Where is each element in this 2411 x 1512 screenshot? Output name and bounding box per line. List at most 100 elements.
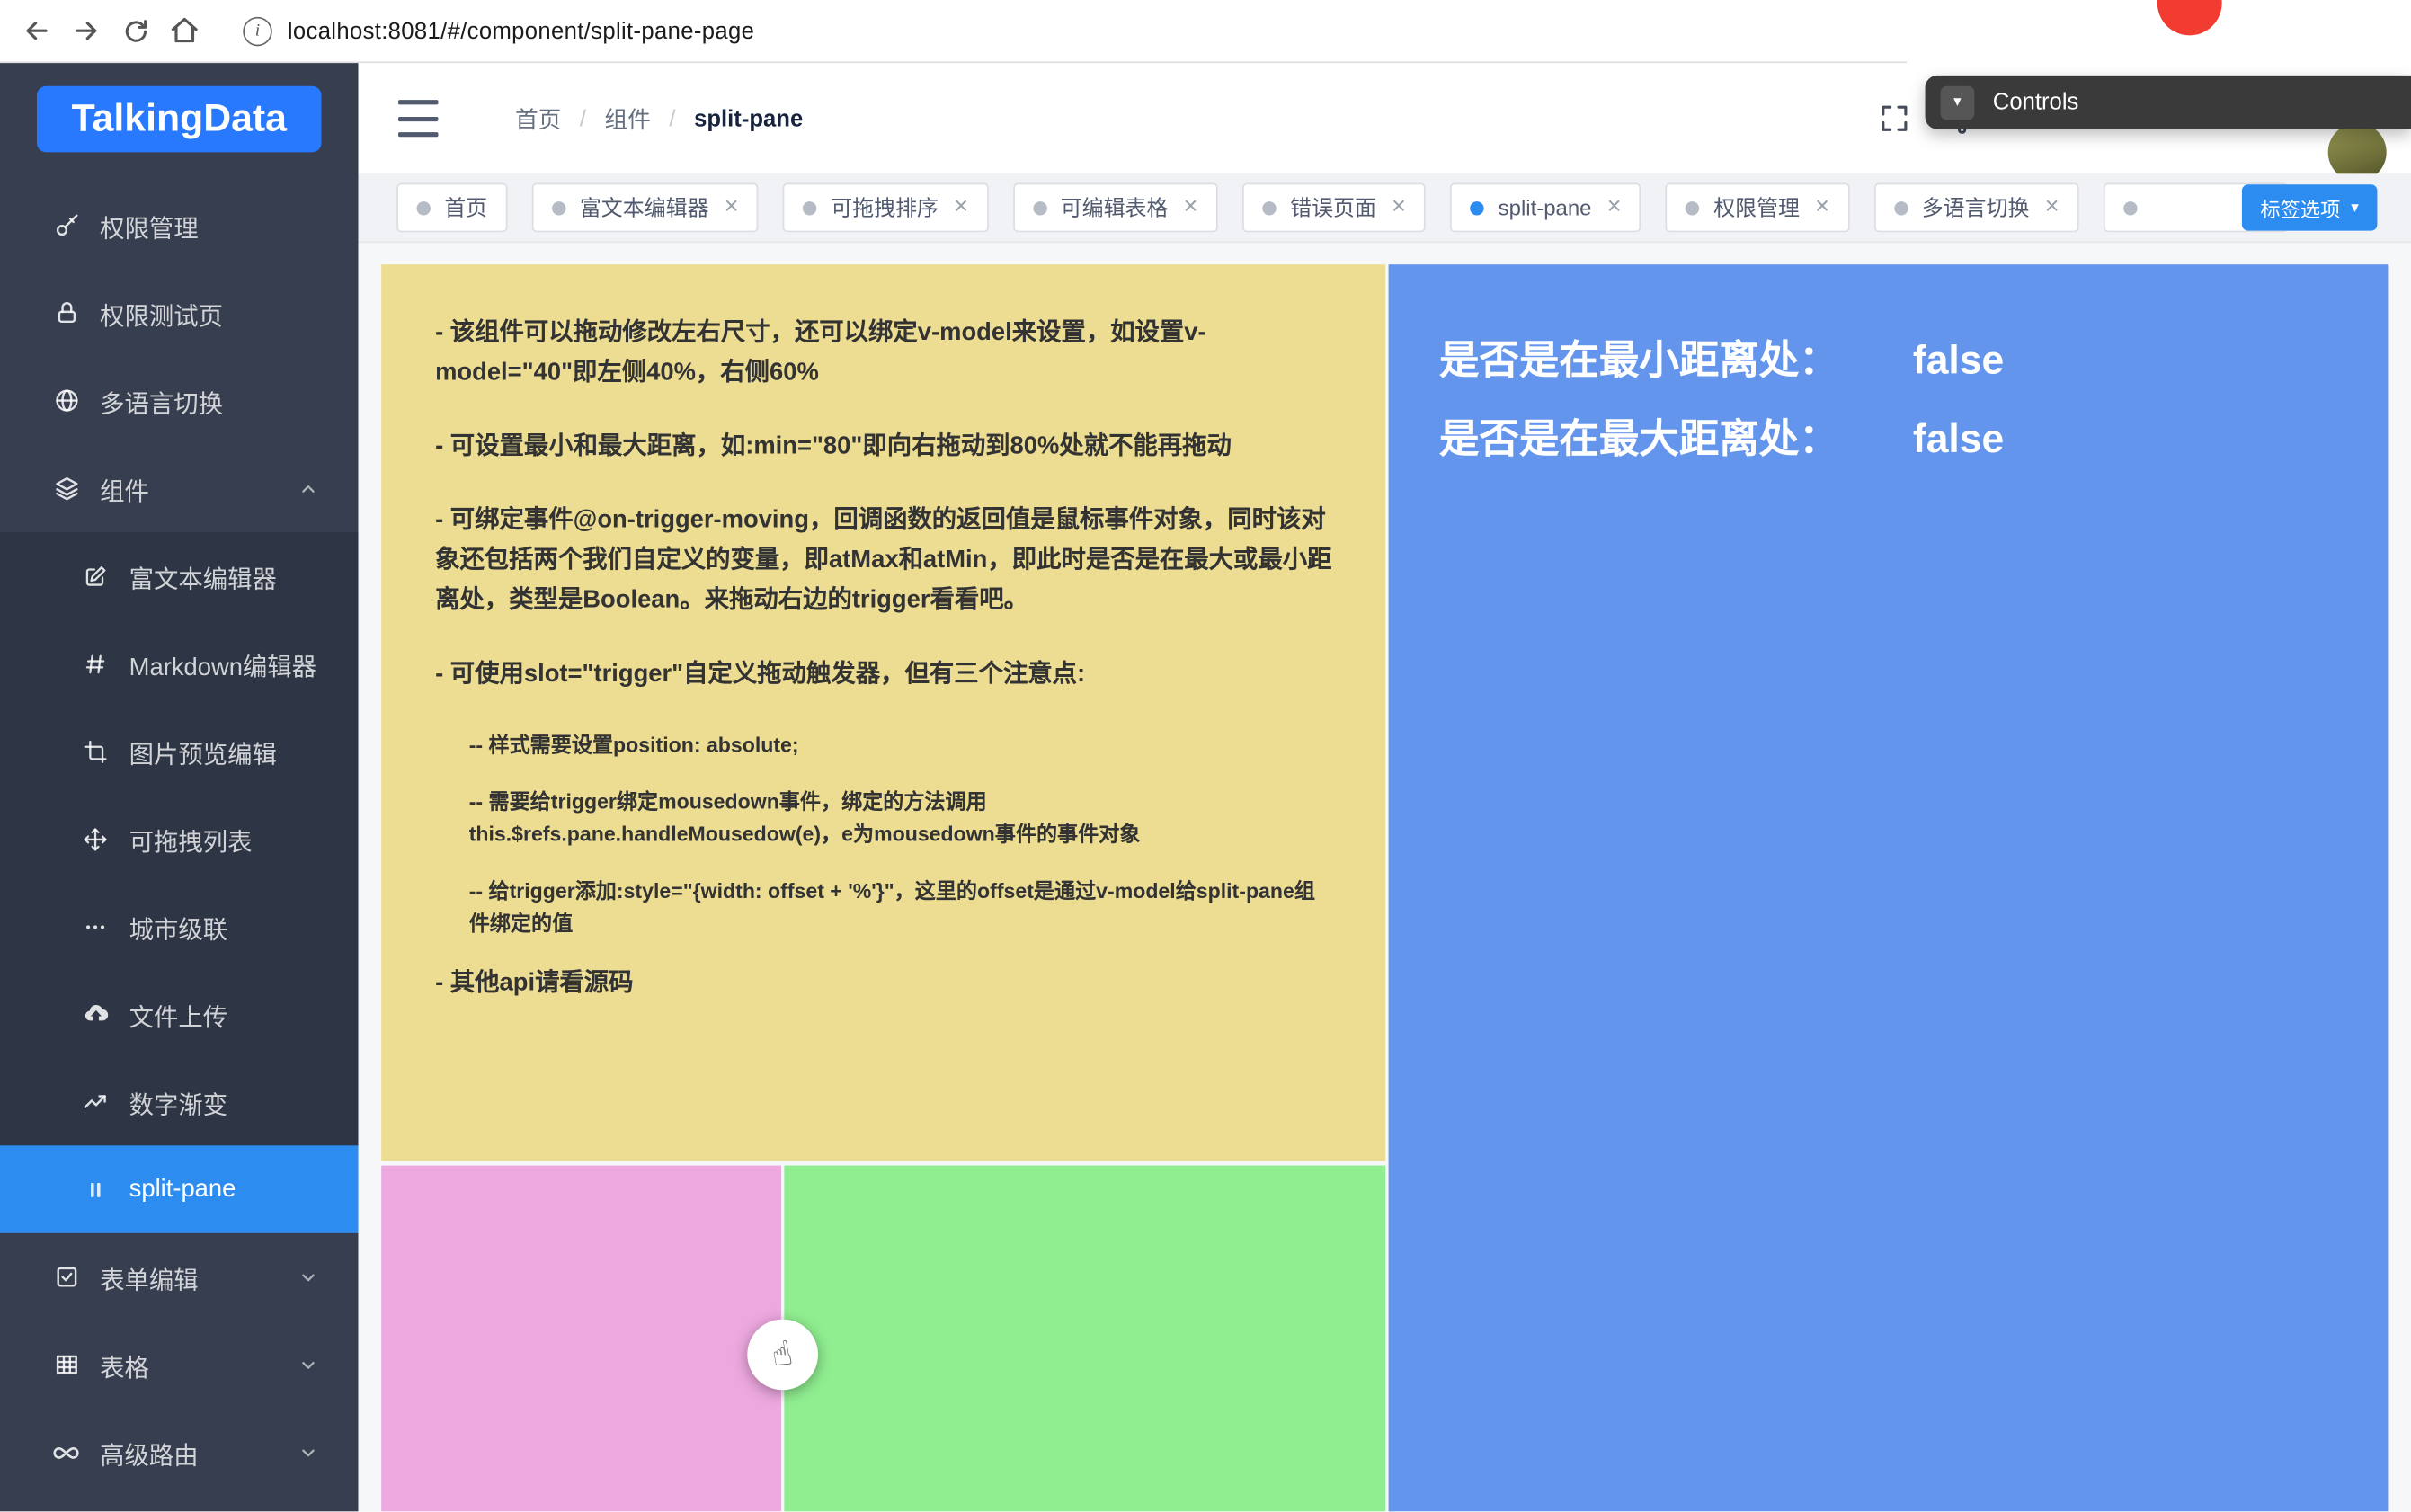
sidebar-item-label: 文件上传 bbox=[129, 1004, 228, 1031]
fullscreen-icon[interactable] bbox=[1878, 102, 1912, 136]
sidebar-group-label: 组件 bbox=[100, 478, 149, 505]
split-drag-trigger[interactable]: ☝ bbox=[747, 1319, 818, 1391]
back-icon[interactable] bbox=[13, 6, 62, 56]
tab-close-icon[interactable]: × bbox=[1815, 194, 1829, 219]
chevron-down-icon bbox=[298, 1442, 318, 1462]
sidebar-item-rich-text-editor[interactable]: 富文本编辑器 bbox=[0, 532, 359, 619]
tab-dot-icon bbox=[1262, 200, 1277, 215]
tab-editable-table[interactable]: 可编辑表格 × bbox=[1012, 182, 1218, 233]
sub-note: -- 需要给trigger绑定mousedown事件，绑定的方法调用this.$… bbox=[468, 790, 1141, 846]
components-submenu: 富文本编辑器 Markdown编辑器 图片预览编辑 可拖拽列表 城市级联 文件上… bbox=[0, 531, 359, 1233]
bottom-left-pane bbox=[381, 1165, 781, 1512]
url-text[interactable]: localhost:8081/#/component/split-pane-pa… bbox=[288, 18, 754, 44]
site-info-icon[interactable]: i bbox=[243, 15, 272, 46]
tab-home[interactable]: 首页 bbox=[396, 182, 508, 233]
sidebar-item-label: Markdown编辑器 bbox=[129, 654, 317, 680]
tab-options-label: 标签选项 bbox=[2260, 197, 2341, 221]
ellipsis-icon bbox=[80, 914, 111, 938]
sidebar-item-file-upload[interactable]: 文件上传 bbox=[0, 970, 359, 1057]
menu-toggle-icon[interactable] bbox=[398, 100, 439, 138]
sidebar-group-table[interactable]: 表格 bbox=[0, 1321, 359, 1408]
status-max-label: 是否是在最大距离处： bbox=[1439, 414, 1839, 462]
forward-icon[interactable] bbox=[61, 6, 111, 56]
breadcrumb-current: split-pane bbox=[694, 105, 804, 132]
sidebar-item-language-switch[interactable]: 多语言切换 bbox=[0, 357, 359, 444]
logo[interactable]: TalkingData bbox=[37, 85, 322, 153]
status-min-label: 是否是在最小距离处： bbox=[1439, 336, 1839, 383]
chevron-down-icon: ▾ bbox=[2351, 199, 2359, 217]
tab-close-icon[interactable]: × bbox=[2045, 194, 2060, 219]
hand-pointer-icon: ☝ bbox=[769, 1333, 796, 1375]
tab-error-page[interactable]: 错误页面 × bbox=[1242, 182, 1427, 233]
tab-label: 多语言切换 bbox=[1921, 195, 2030, 220]
sidebar-group-advanced-router[interactable]: 高级路由 bbox=[0, 1409, 359, 1496]
tab-dot-icon bbox=[1032, 200, 1047, 215]
tab-close-icon[interactable]: × bbox=[725, 194, 739, 219]
status-min-line: 是否是在最小距离处： false bbox=[1439, 329, 2342, 386]
refresh-icon[interactable] bbox=[111, 6, 160, 56]
tab-rich-text-editor[interactable]: 富文本编辑器 × bbox=[531, 182, 759, 233]
sidebar-item-markdown-editor[interactable]: Markdown编辑器 bbox=[0, 619, 359, 707]
sidebar-item-number-transition[interactable]: 数字渐变 bbox=[0, 1058, 359, 1145]
layers-icon bbox=[50, 476, 81, 502]
app-shell: TalkingData 权限管理 权限测试页 多语言切换 组件 富文本编辑器 M… bbox=[0, 63, 2411, 1512]
sidebar-item-label: 多语言切换 bbox=[100, 391, 224, 418]
sidebar-item-draggable-list[interactable]: 可拖拽列表 bbox=[0, 795, 359, 882]
tab-close-icon[interactable]: × bbox=[1184, 194, 1198, 219]
globe-icon bbox=[50, 387, 81, 414]
min-max-pane: 是否是在最小距离处： false 是否是在最大距离处： false bbox=[1388, 264, 2389, 1512]
tab-close-icon[interactable]: × bbox=[1392, 194, 1406, 219]
move-icon bbox=[80, 826, 111, 850]
sidebar-group-form-edit[interactable]: 表单编辑 bbox=[0, 1233, 359, 1321]
recorder-controls-bar[interactable]: ▾ Controls bbox=[1925, 75, 2411, 129]
breadcrumb-components[interactable]: 组件 bbox=[605, 102, 651, 135]
home-icon[interactable] bbox=[160, 6, 209, 56]
note-paragraph: - 其他api请看源码 bbox=[435, 970, 634, 997]
tab-language-switch[interactable]: 多语言切换 × bbox=[1873, 182, 2079, 233]
tab-dot-icon bbox=[1470, 200, 1485, 215]
tab-close-icon[interactable]: × bbox=[1607, 194, 1622, 219]
tab-label: 权限管理 bbox=[1713, 195, 1801, 220]
sidebar-item-city-cascade[interactable]: 城市级联 bbox=[0, 883, 359, 970]
sidebar-item-image-preview-edit[interactable]: 图片预览编辑 bbox=[0, 707, 359, 795]
split-pane-demo: - 该组件可以拖动修改左右尺寸，还可以绑定v-model来设置，如设置v-mod… bbox=[381, 264, 2389, 1512]
tab-draggable-sort[interactable]: 可拖拽排序 × bbox=[783, 182, 989, 233]
tab-dot-icon bbox=[552, 200, 566, 215]
sidebar-item-label: 富文本编辑器 bbox=[129, 566, 277, 593]
sidebar-item-split-pane[interactable]: split-pane bbox=[0, 1145, 359, 1233]
chevron-down-icon bbox=[298, 1267, 318, 1286]
infinity-icon bbox=[50, 1438, 81, 1466]
sidebar-group-label: 表格 bbox=[100, 1355, 149, 1382]
tab-dot-icon bbox=[416, 200, 431, 215]
breadcrumb-separator: / bbox=[579, 105, 587, 132]
sidebar-item-label: 数字渐变 bbox=[129, 1092, 228, 1119]
crop-icon bbox=[80, 739, 111, 763]
avatar[interactable] bbox=[2327, 122, 2387, 182]
breadcrumb-home[interactable]: 首页 bbox=[515, 102, 561, 135]
recorder-controls-label: Controls bbox=[1992, 89, 2079, 116]
tab-close-icon[interactable]: × bbox=[954, 194, 968, 219]
sidebar-group-components[interactable]: 组件 bbox=[0, 444, 359, 531]
sidebar-item-permission-management[interactable]: 权限管理 bbox=[0, 182, 359, 269]
tab-permission-management[interactable]: 权限管理 × bbox=[1666, 182, 1850, 233]
sidebar-item-label: split-pane bbox=[129, 1175, 236, 1202]
sidebar-item-permission-test-page[interactable]: 权限测试页 bbox=[0, 269, 359, 356]
screenshot-root: i localhost:8081/#/component/split-pane-… bbox=[0, 0, 2411, 1512]
checkbox-icon bbox=[50, 1264, 81, 1290]
sidebar-group-label: 表单编辑 bbox=[100, 1267, 199, 1294]
hash-icon bbox=[80, 651, 111, 675]
trending-up-icon bbox=[80, 1089, 111, 1115]
instructions-pane: - 该组件可以拖动修改左右尺寸，还可以绑定v-model来设置，如设置v-mod… bbox=[381, 264, 1386, 1161]
tab-label: 错误页面 bbox=[1290, 195, 1376, 220]
lock-icon bbox=[50, 300, 81, 326]
note-paragraph: - 可绑定事件@on-trigger-moving，回调函数的返回值是鼠标事件对… bbox=[435, 507, 1332, 614]
tab-options-button[interactable]: 标签选项 ▾ bbox=[2241, 184, 2378, 231]
compose-icon bbox=[80, 564, 111, 588]
open-tabs-bar: 首页 富文本编辑器 × 可拖拽排序 × 可编辑表格 × 错误页面 × split… bbox=[358, 173, 2411, 244]
status-max-line: 是否是在最大距离处： false bbox=[1439, 407, 2342, 464]
note-paragraph: - 可使用slot="trigger"自定义拖动触发器，但有三个注意点: bbox=[435, 661, 1086, 688]
tab-label: 可拖拽排序 bbox=[831, 195, 939, 220]
tab-split-pane[interactable]: split-pane × bbox=[1450, 182, 1641, 233]
chevron-down-icon[interactable]: ▾ bbox=[1940, 84, 1975, 120]
sub-note: -- 样式需要设置position: absolute; bbox=[468, 733, 799, 757]
